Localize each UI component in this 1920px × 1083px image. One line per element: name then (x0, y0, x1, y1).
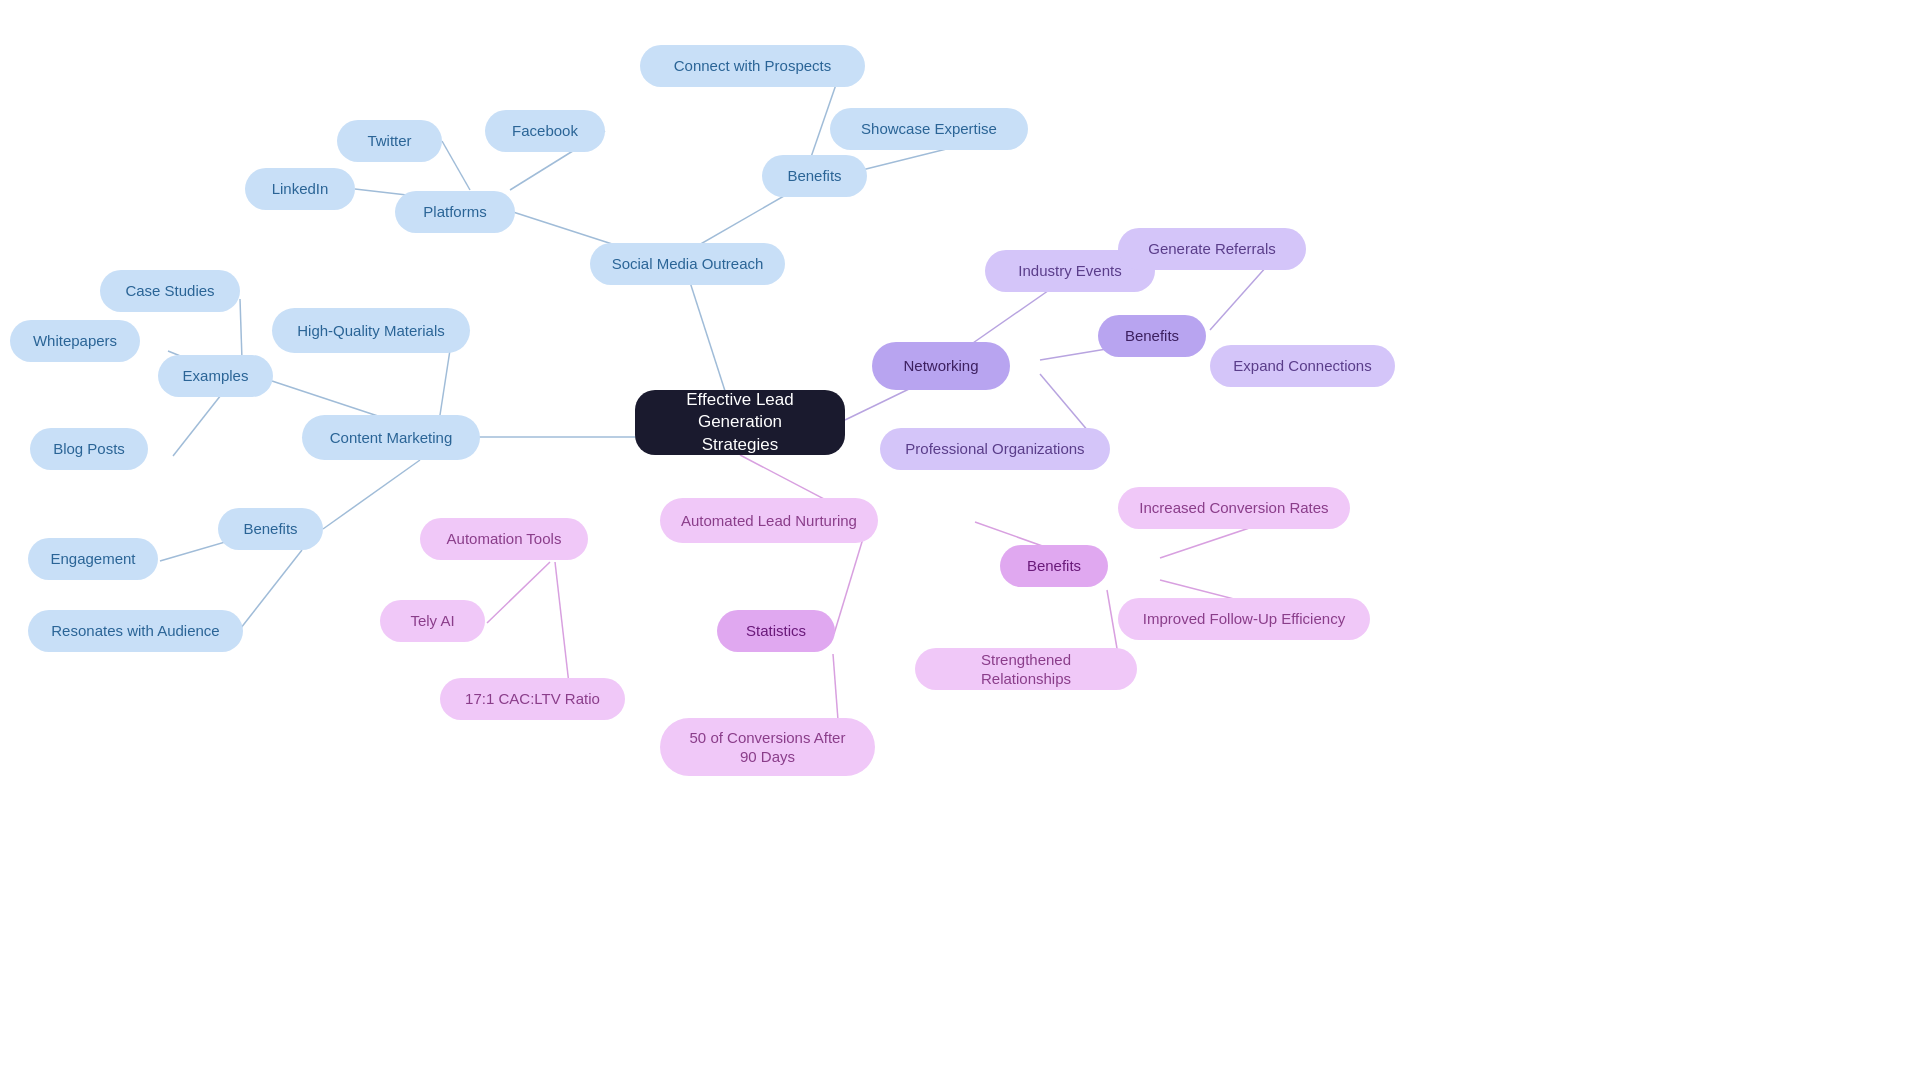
node-statistics: Statistics (717, 610, 835, 652)
node-automated-lead-nurturing: Automated Lead Nurturing (660, 498, 878, 543)
blog-posts-label: Blog Posts (53, 439, 125, 459)
node-content-marketing: Content Marketing (302, 415, 480, 460)
showcase-expertise-label: Showcase Expertise (861, 119, 997, 139)
node-whitepapers: Whitepapers (10, 320, 140, 362)
automation-tools-label: Automation Tools (447, 529, 562, 549)
node-blog-posts: Blog Posts (30, 428, 148, 470)
node-tely-ai: Tely AI (380, 600, 485, 642)
node-high-quality-materials: High-Quality Materials (272, 308, 470, 353)
node-professional-orgs: Professional Organizations (880, 428, 1110, 470)
conversions-label: 50 of Conversions After 90 Days (680, 728, 855, 767)
content-marketing-label: Content Marketing (330, 428, 453, 448)
resonates-with-audience-label: Resonates with Audience (51, 621, 219, 641)
improved-follow-up-label: Improved Follow-Up Efficiency (1143, 609, 1345, 629)
high-quality-materials-label: High-Quality Materials (297, 321, 445, 341)
node-resonates-with-audience: Resonates with Audience (28, 610, 243, 652)
node-case-studies: Case Studies (100, 270, 240, 312)
node-benefits-content: Benefits (218, 508, 323, 550)
automated-lead-nurturing-label: Automated Lead Nurturing (681, 511, 857, 531)
node-increased-conversion: Increased Conversion Rates (1118, 487, 1350, 529)
platforms-label: Platforms (423, 202, 486, 222)
twitter-label: Twitter (367, 131, 411, 151)
node-networking: Networking (872, 342, 1010, 390)
node-expand-connections: Expand Connections (1210, 345, 1395, 387)
statistics-label: Statistics (746, 621, 806, 641)
social-media-outreach-label: Social Media Outreach (612, 254, 764, 274)
node-benefits-social: Benefits (762, 155, 867, 197)
node-conversions: 50 of Conversions After 90 Days (660, 718, 875, 776)
benefits-content-label: Benefits (243, 519, 297, 539)
benefits-networking-label: Benefits (1125, 326, 1179, 346)
ratio-label: 17:1 CAC:LTV Ratio (465, 689, 600, 709)
node-social-media-outreach: Social Media Outreach (590, 243, 785, 285)
connect-prospects-label: Connect with Prospects (674, 56, 832, 76)
node-platforms: Platforms (395, 191, 515, 233)
node-twitter: Twitter (337, 120, 442, 162)
benefits-social-label: Benefits (787, 166, 841, 186)
facebook-label: Facebook (512, 121, 578, 141)
strengthened-relationships-label: Strengthened Relationships (935, 650, 1117, 689)
industry-events-label: Industry Events (1018, 261, 1121, 281)
case-studies-label: Case Studies (125, 281, 214, 301)
node-strengthened-relationships: Strengthened Relationships (915, 648, 1137, 690)
expand-connections-label: Expand Connections (1233, 356, 1371, 376)
generate-referrals-label: Generate Referrals (1148, 239, 1276, 259)
networking-label: Networking (903, 356, 978, 376)
linkedin-label: LinkedIn (272, 179, 329, 199)
engagement-label: Engagement (50, 549, 135, 569)
tely-ai-label: Tely AI (410, 611, 454, 631)
whitepapers-label: Whitepapers (33, 331, 117, 351)
center-label: Effective Lead Generation Strategies (663, 389, 817, 455)
node-ratio: 17:1 CAC:LTV Ratio (440, 678, 625, 720)
increased-conversion-label: Increased Conversion Rates (1139, 498, 1328, 518)
professional-orgs-label: Professional Organizations (905, 439, 1084, 459)
node-engagement: Engagement (28, 538, 158, 580)
node-examples: Examples (158, 355, 273, 397)
node-showcase-expertise: Showcase Expertise (830, 108, 1028, 150)
node-benefits-networking: Benefits (1098, 315, 1206, 357)
center-node: Effective Lead Generation Strategies (635, 390, 845, 455)
node-benefits-aln: Benefits (1000, 545, 1108, 587)
node-automation-tools: Automation Tools (420, 518, 588, 560)
node-linkedin: LinkedIn (245, 168, 355, 210)
node-connect-prospects: Connect with Prospects (640, 45, 865, 87)
node-improved-follow-up: Improved Follow-Up Efficiency (1118, 598, 1370, 640)
benefits-aln-label: Benefits (1027, 556, 1081, 576)
node-generate-referrals: Generate Referrals (1118, 228, 1306, 270)
examples-label: Examples (183, 366, 249, 386)
node-facebook: Facebook (485, 110, 605, 152)
